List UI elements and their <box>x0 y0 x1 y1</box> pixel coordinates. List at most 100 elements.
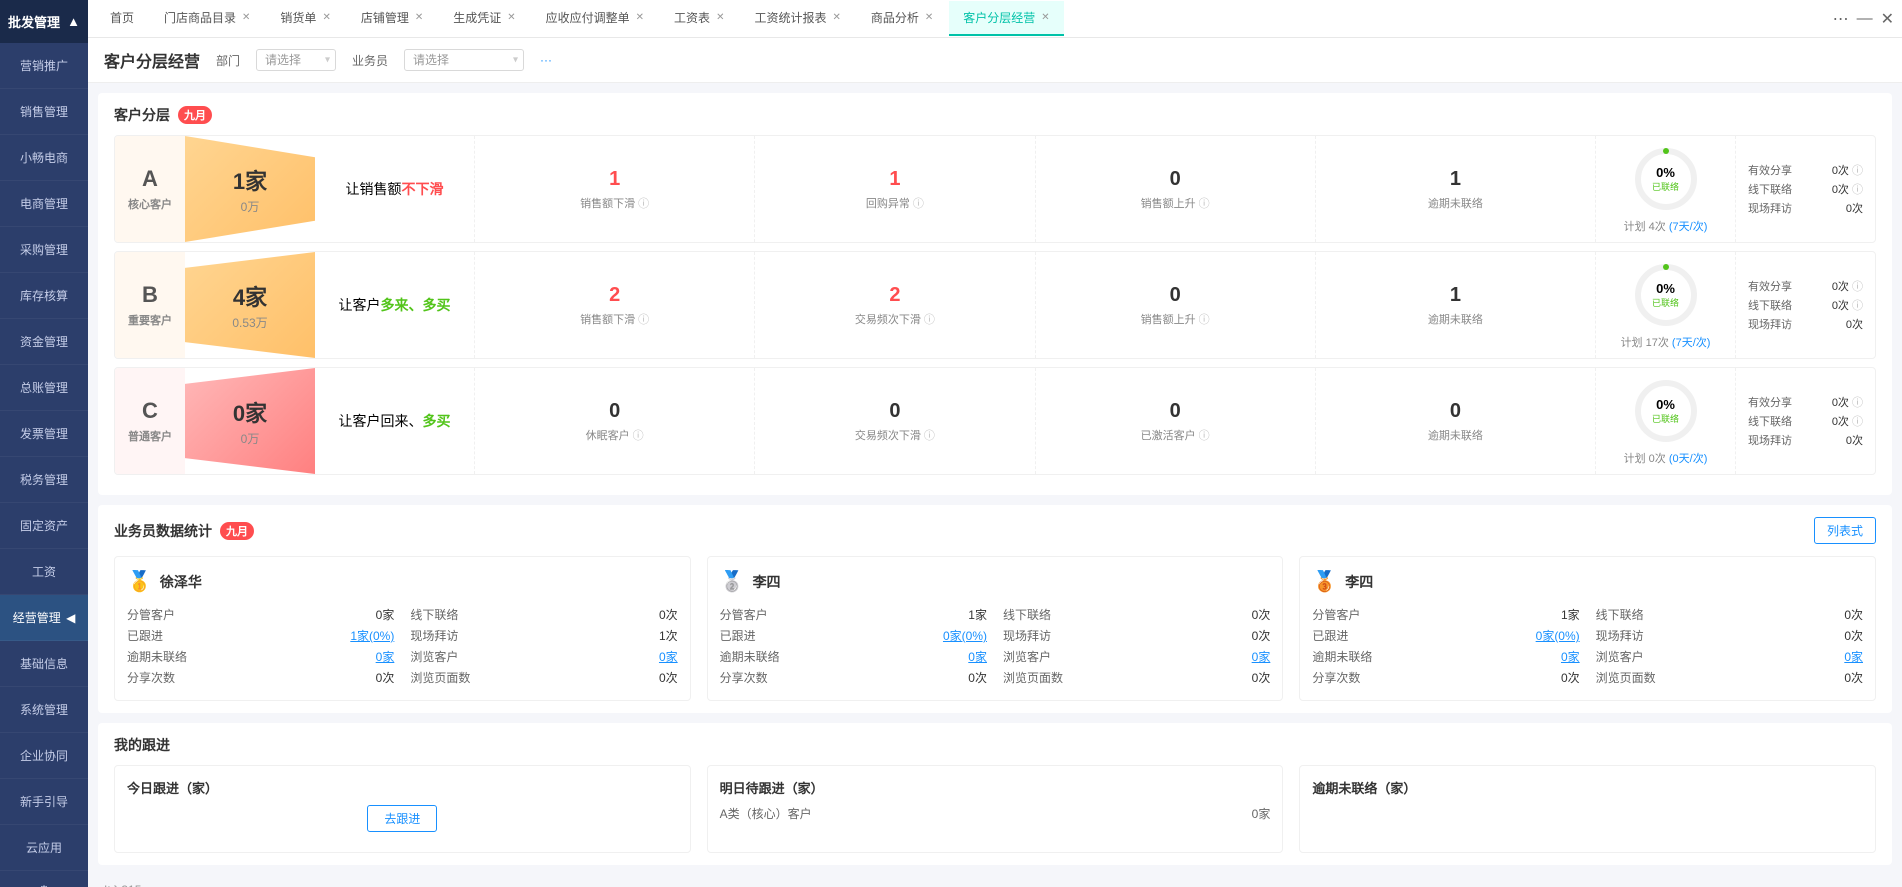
stat-C-1[interactable]: 0 交易频次下滑 ⓘ <box>755 368 1035 474</box>
list-view-btn[interactable]: 列表式 <box>1814 517 1876 544</box>
agent-stat-0-3: 分享次数 0次 <box>127 667 394 688</box>
tab-home[interactable]: 首页 <box>96 1 148 36</box>
tab-payroll-report[interactable]: 工资统计报表 ✕ <box>740 1 854 36</box>
tab-close-gen-voucher[interactable]: ✕ <box>507 12 515 23</box>
stat-C-0[interactable]: 0 休眠客户 ⓘ <box>475 368 755 474</box>
info-icon-C0[interactable]: ⓘ <box>633 427 644 443</box>
agent-name-1: 李四 <box>753 572 781 592</box>
agent-grid: 🥇 徐泽华 分管客户 0家 已跟进 1家(0%) <box>114 556 1876 701</box>
customer-tier-section: 客户分层 九月 A 核心客户 1家 0万 让销售额不下滑 1 <box>98 93 1892 495</box>
info-icon-B1[interactable]: ⓘ <box>924 311 935 327</box>
agent-browse-link-1[interactable]: 0家 <box>1252 648 1271 665</box>
agent-overdue-link-2[interactable]: 0家 <box>1561 648 1580 665</box>
tab-close-sales-order[interactable]: ✕ <box>322 12 330 23</box>
tab-store-items[interactable]: 门店商品目录 ✕ <box>150 1 264 36</box>
tier-label-B: B 重要客户 <box>115 252 185 358</box>
agent-stat-0-r0: 线下联络 0次 <box>410 604 677 625</box>
customer-tier-title: 客户分层 九月 <box>114 105 1876 125</box>
sidebar-item-assets[interactable]: 固定资产 <box>0 503 88 549</box>
sidebar-item-marketing[interactable]: 营销推广 <box>0 43 88 89</box>
sidebar-collapse-icon[interactable]: ▲ <box>67 14 80 29</box>
dept-select[interactable]: 请选择 <box>256 49 336 71</box>
sidebar-item-finance[interactable]: 资金管理 <box>0 319 88 365</box>
sidebar-item-management[interactable]: 经营管理 ◀ <box>0 595 88 641</box>
tab-close-payroll[interactable]: ✕ <box>716 12 724 23</box>
bottom-bar: It } 315 <box>88 875 1902 887</box>
agent-browse-link-2[interactable]: 0家 <box>1844 648 1863 665</box>
agent-stat-1-r2: 浏览客户 0家 <box>1003 646 1270 667</box>
sidebar-item-sales[interactable]: 销售管理 <box>0 89 88 135</box>
sidebar-gear-icon[interactable]: ⚙ <box>0 871 88 887</box>
tab-gen-voucher[interactable]: 生成凭证 ✕ <box>439 1 529 36</box>
tier-row-A: A 核心客户 1家 0万 让销售额不下滑 1 销售额下滑 ⓘ 1 <box>114 135 1876 243</box>
info-icon-B2[interactable]: ⓘ <box>1199 311 1210 327</box>
tier-row-B: B 重要客户 4家 0.53万 让客户多来、多买 2 销售额下滑 ⓘ 2 <box>114 251 1876 359</box>
tab-close-store-manage[interactable]: ✕ <box>415 12 423 23</box>
info-icon-A2[interactable]: ⓘ <box>1199 195 1210 211</box>
sidebar-item-ecom-small[interactable]: 小畅电商 <box>0 135 88 181</box>
info-icon-C1[interactable]: ⓘ <box>924 427 935 443</box>
info-icon-A1[interactable]: ⓘ <box>913 195 924 211</box>
tab-close-product-analysis[interactable]: ✕ <box>925 12 933 23</box>
plan-text-C: 计划 0次 (0天/次) <box>1624 450 1708 466</box>
info-icon-A0[interactable]: ⓘ <box>638 195 649 211</box>
stat-A-0[interactable]: 1 销售额下滑 ⓘ <box>475 136 755 242</box>
tab-close-customer-tier[interactable]: ✕ <box>1041 12 1049 23</box>
sidebar-item-inventory[interactable]: 库存核算 <box>0 273 88 319</box>
stat-B-0[interactable]: 2 销售额下滑 ⓘ <box>475 252 755 358</box>
stat-A-2[interactable]: 0 销售额上升 ⓘ <box>1036 136 1316 242</box>
sidebar-item-guide[interactable]: 新手引导 <box>0 779 88 825</box>
agent-followup-link-1[interactable]: 0家(0%) <box>943 627 987 644</box>
sidebar-item-collab[interactable]: 企业协同 <box>0 733 88 779</box>
tab-close-store-items[interactable]: ✕ <box>242 12 250 23</box>
agent-overdue-link-0[interactable]: 0家 <box>376 648 395 665</box>
sidebar-item-payroll[interactable]: 工资 <box>0 549 88 595</box>
goto-followup-btn[interactable]: 去跟进 <box>367 805 437 832</box>
tier-label-A: A 核心客户 <box>115 136 185 242</box>
tab-payroll[interactable]: 工资表 ✕ <box>660 1 738 36</box>
stat-B-1[interactable]: 2 交易频次下滑 ⓘ <box>755 252 1035 358</box>
tab-close-ar-adjust[interactable]: ✕ <box>636 12 644 23</box>
agent-overdue-link-1[interactable]: 0家 <box>968 648 987 665</box>
tab-minimize-icon[interactable]: — <box>1857 10 1873 28</box>
agent-followup-link-2[interactable]: 0家(0%) <box>1536 627 1580 644</box>
tab-sales-order[interactable]: 销货单 ✕ <box>266 1 344 36</box>
sidebar-item-invoice[interactable]: 发票管理 <box>0 411 88 457</box>
right-stat-A-0: 有效分享 0次 ⓘ <box>1748 162 1863 178</box>
tab-store-manage[interactable]: 店铺管理 ✕ <box>347 1 437 36</box>
tab-close-all-icon[interactable]: ✕ <box>1881 9 1894 29</box>
sidebar-item-system[interactable]: 系统管理 <box>0 687 88 733</box>
sidebar-item-ecom[interactable]: 电商管理 <box>0 181 88 227</box>
stat-C-2[interactable]: 0 已激活客户 ⓘ <box>1036 368 1316 474</box>
tab-bar: 首页 门店商品目录 ✕ 销货单 ✕ 店铺管理 ✕ 生成凭证 ✕ 应收应付调整单 … <box>88 0 1902 38</box>
agent-card-1: 🥈 李四 分管客户 1家 已跟进 0家(0%) <box>707 556 1284 701</box>
stat-A-1[interactable]: 1 回购异常 ⓘ <box>755 136 1035 242</box>
agent-browse-link-0[interactable]: 0家 <box>659 648 678 665</box>
agent-followup-link-0[interactable]: 1家(0%) <box>350 627 394 644</box>
sidebar-item-purchase[interactable]: 采购管理 <box>0 227 88 273</box>
agent-name-0: 徐泽华 <box>160 572 202 592</box>
tab-product-analysis[interactable]: 商品分析 ✕ <box>857 1 947 36</box>
bottom-text: It } 315 <box>104 883 141 887</box>
tier-plan-C: 0% 已联络 计划 0次 (0天/次) <box>1595 368 1735 474</box>
tab-ar-adjust[interactable]: 应收应付调整单 ✕ <box>532 1 658 36</box>
sidebar-item-tax[interactable]: 税务管理 <box>0 457 88 503</box>
sidebar-item-basic-info[interactable]: 基础信息 <box>0 641 88 687</box>
tab-more-icon[interactable]: ⋯ <box>1833 9 1849 29</box>
info-icon-C2[interactable]: ⓘ <box>1199 427 1210 443</box>
progress-circle-C: 0% 已联络 <box>1631 376 1701 446</box>
tier-action-A: 让销售额不下滑 <box>315 136 475 242</box>
stat-B-3: 1 逾期未联络 <box>1316 252 1595 358</box>
agent-select[interactable]: 请选择 <box>404 49 524 71</box>
tab-close-payroll-report[interactable]: ✕ <box>832 12 840 23</box>
dept-filter-wrap: 请选择 <box>256 49 336 71</box>
more-filters-btn[interactable]: ··· <box>540 53 552 67</box>
agent-card-0: 🥇 徐泽华 分管客户 0家 已跟进 1家(0%) <box>114 556 691 701</box>
sidebar-item-ledger[interactable]: 总账管理 <box>0 365 88 411</box>
tab-customer-tier[interactable]: 客户分层经营 ✕ <box>949 1 1063 36</box>
stat-B-2[interactable]: 0 销售额上升 ⓘ <box>1036 252 1316 358</box>
sidebar-item-cloud[interactable]: 云应用 <box>0 825 88 871</box>
sidebar-top[interactable]: 批发管理 ▲ <box>0 0 88 43</box>
agent-stat-2-r0: 线下联络 0次 <box>1596 604 1863 625</box>
info-icon-B0[interactable]: ⓘ <box>638 311 649 327</box>
